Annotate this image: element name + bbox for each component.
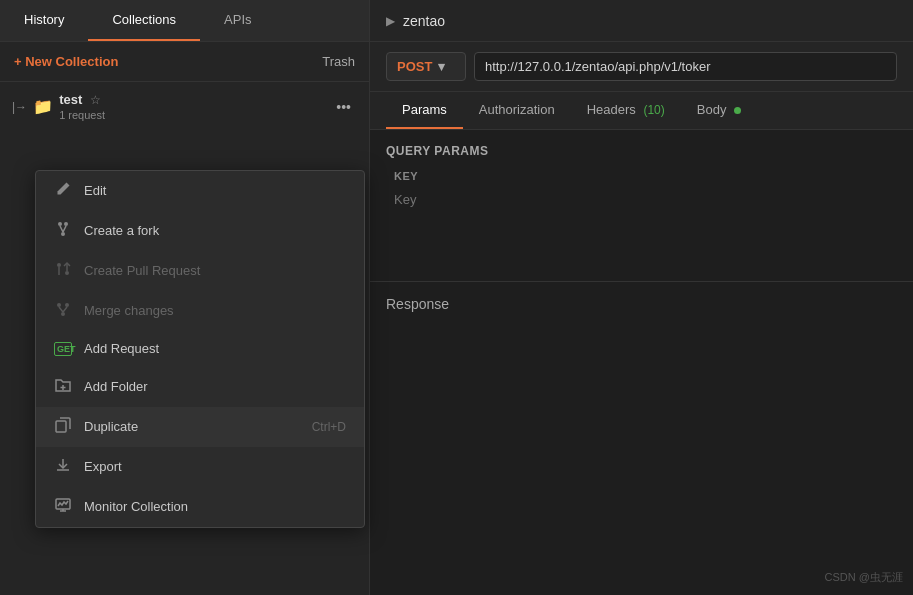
method-select[interactable]: POST ▾	[386, 52, 466, 81]
menu-item-export[interactable]: Export	[36, 447, 364, 487]
collection-item[interactable]: |→ 📁 test ☆ 1 request •••	[0, 82, 369, 131]
svg-line-4	[63, 226, 66, 232]
menu-item-add-request-label: Add Request	[84, 341, 159, 356]
menu-item-merge: Merge changes	[36, 291, 364, 331]
expand-arrow-icon[interactable]: ▶	[386, 14, 395, 28]
tab-apis[interactable]: APIs	[200, 0, 275, 41]
menu-item-duplicate[interactable]: Duplicate Ctrl+D	[36, 407, 364, 447]
duplicate-icon	[54, 417, 72, 436]
context-menu: Edit Create a fork	[35, 170, 365, 528]
tab-history[interactable]: History	[0, 0, 88, 41]
right-panel-collection-name: zentao	[403, 13, 445, 29]
fork-icon	[54, 221, 72, 240]
svg-point-0	[58, 222, 62, 226]
menu-item-edit-label: Edit	[84, 183, 106, 198]
headers-count: (10)	[643, 103, 664, 117]
add-folder-icon	[54, 377, 72, 396]
menu-item-monitor[interactable]: Monitor Collection	[36, 487, 364, 527]
menu-item-add-folder-label: Add Folder	[84, 379, 148, 394]
body-dot-icon	[734, 107, 741, 114]
menu-item-edit[interactable]: Edit	[36, 171, 364, 211]
menu-item-duplicate-label: Duplicate	[84, 419, 138, 434]
key-input[interactable]	[394, 192, 889, 207]
url-bar: POST ▾	[370, 42, 913, 92]
duplicate-shortcut: Ctrl+D	[312, 420, 346, 434]
headers-label: Headers	[587, 102, 636, 117]
svg-line-12	[59, 307, 63, 312]
body-label: Body	[697, 102, 727, 117]
menu-item-monitor-label: Monitor Collection	[84, 499, 188, 514]
add-request-icon: GET	[54, 342, 72, 356]
watermark: CSDN @虫无涯	[825, 570, 903, 585]
new-collection-button[interactable]: + New Collection	[14, 54, 118, 69]
right-panel: ▶ zentao POST ▾ Params Authorization Hea…	[370, 0, 913, 595]
folder-icon: 📁	[33, 97, 53, 116]
menu-item-pull-request-label: Create Pull Request	[84, 263, 200, 278]
more-options-button[interactable]: •••	[330, 97, 357, 117]
params-table-header: KEY	[386, 166, 897, 186]
menu-item-add-folder[interactable]: Add Folder	[36, 367, 364, 407]
menu-item-pull-request: Create Pull Request	[36, 251, 364, 291]
svg-point-5	[57, 263, 61, 267]
response-title: Response	[386, 296, 449, 312]
method-dropdown-icon: ▾	[438, 59, 445, 74]
svg-point-10	[65, 303, 69, 307]
method-label: POST	[397, 59, 432, 74]
response-section: Response	[370, 281, 913, 326]
key-column-header: KEY	[394, 170, 889, 182]
left-panel: History Collections APIs + New Collectio…	[0, 0, 370, 595]
svg-point-9	[57, 303, 61, 307]
collection-header: ▶ zentao	[370, 0, 913, 42]
top-tabs: History Collections APIs	[0, 0, 369, 42]
svg-point-1	[64, 222, 68, 226]
pull-request-icon	[54, 261, 72, 280]
url-input[interactable]	[474, 52, 897, 81]
menu-item-merge-label: Merge changes	[84, 303, 174, 318]
collection-info: test ☆ 1 request	[59, 92, 322, 121]
collapse-arrow-icon: |→	[12, 100, 27, 114]
query-params-section: Query Params KEY	[370, 130, 913, 221]
edit-icon	[54, 181, 72, 200]
tab-headers[interactable]: Headers (10)	[571, 92, 681, 129]
svg-point-11	[61, 312, 65, 316]
collection-name: test	[59, 92, 82, 107]
tab-params[interactable]: Params	[386, 92, 463, 129]
query-params-title: Query Params	[386, 144, 897, 158]
collection-title-row: ▶ zentao	[386, 13, 445, 29]
menu-item-add-request[interactable]: GET Add Request	[36, 331, 364, 367]
export-icon	[54, 457, 72, 476]
menu-item-export-label: Export	[84, 459, 122, 474]
params-table: KEY	[386, 166, 897, 213]
collection-requests-count: 1 request	[59, 109, 322, 121]
svg-line-3	[60, 226, 63, 232]
svg-point-6	[65, 271, 69, 275]
tab-authorization[interactable]: Authorization	[463, 92, 571, 129]
svg-line-13	[63, 307, 67, 312]
svg-rect-16	[56, 421, 66, 432]
menu-item-create-fork[interactable]: Create a fork	[36, 211, 364, 251]
params-row-empty	[386, 186, 897, 213]
trash-button[interactable]: Trash	[322, 54, 355, 69]
tab-body[interactable]: Body	[681, 92, 757, 129]
merge-icon	[54, 301, 72, 320]
monitor-icon	[54, 497, 72, 516]
star-icon[interactable]: ☆	[90, 93, 101, 107]
request-tabs: Params Authorization Headers (10) Body	[370, 92, 913, 130]
tab-collections[interactable]: Collections	[88, 0, 200, 41]
menu-item-fork-label: Create a fork	[84, 223, 159, 238]
svg-point-2	[61, 232, 65, 236]
action-row: + New Collection Trash	[0, 42, 369, 82]
